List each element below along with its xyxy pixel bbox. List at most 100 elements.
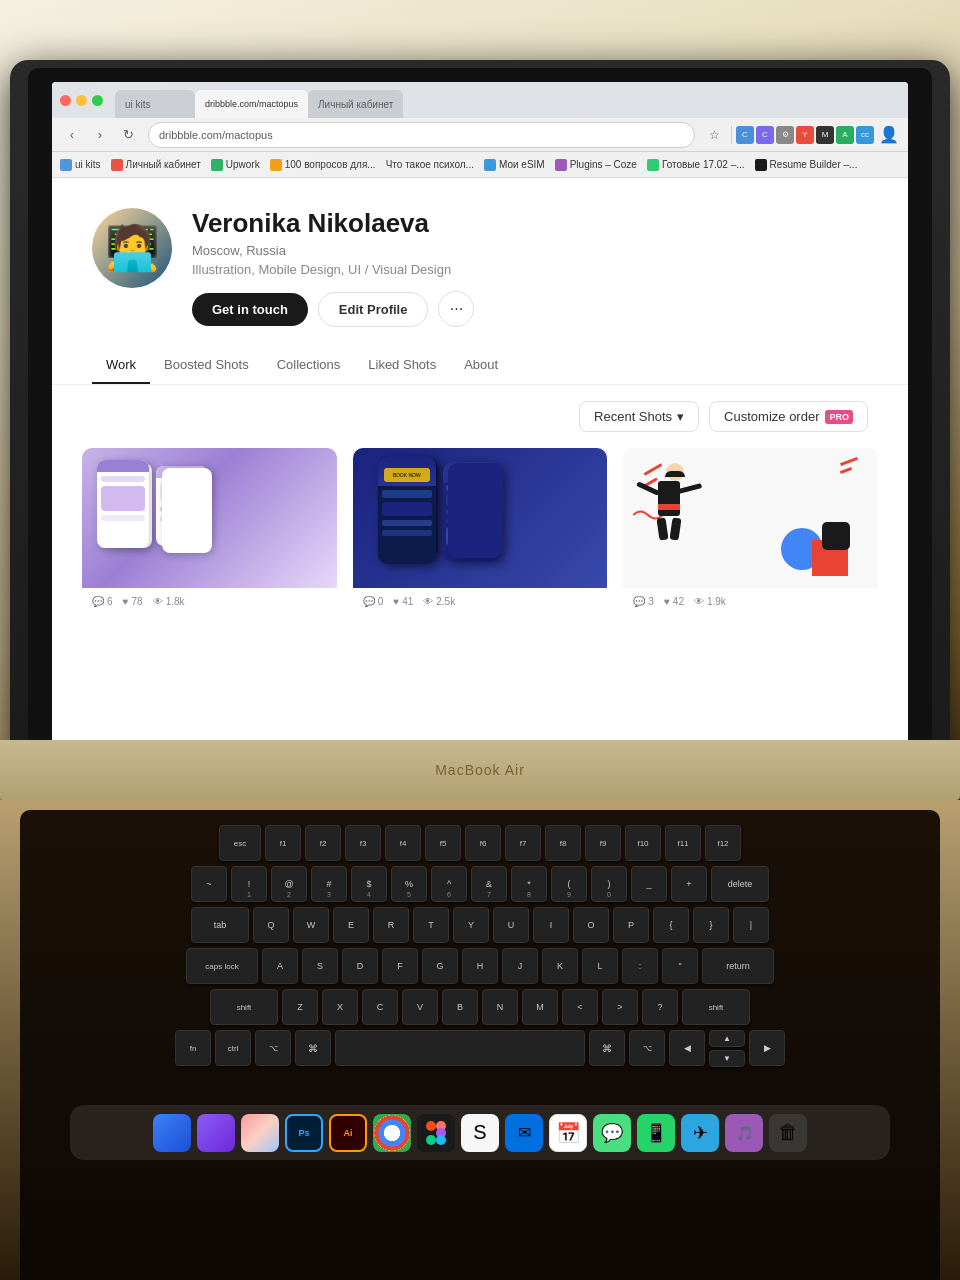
dock-photos[interactable] [241, 1114, 279, 1152]
key-semicolon[interactable]: : [622, 948, 658, 984]
get-in-touch-button[interactable]: Get in touch [192, 293, 308, 326]
dock-sketch[interactable]: S [461, 1114, 499, 1152]
key-w[interactable]: W [293, 907, 329, 943]
recent-shots-button[interactable]: Recent Shots ▾ [579, 401, 699, 432]
ext-3[interactable]: ⚙ [776, 126, 794, 144]
key-a[interactable]: A [262, 948, 298, 984]
forward-button[interactable]: › [88, 123, 112, 147]
maximize-button[interactable] [92, 95, 103, 106]
shot-card-2[interactable]: BOOK NOW [353, 448, 608, 615]
key-j[interactable]: J [502, 948, 538, 984]
key-n[interactable]: N [482, 989, 518, 1025]
key-lbracket[interactable]: { [653, 907, 689, 943]
dock-messages[interactable]: 💬 [593, 1114, 631, 1152]
key-k[interactable]: K [542, 948, 578, 984]
dock-telegram[interactable]: ✈ [681, 1114, 719, 1152]
key-8[interactable]: *8 [511, 866, 547, 902]
shot-card-3[interactable]: 💬 3 ♥ 42 👁 1.9k [623, 448, 878, 615]
key-i[interactable]: I [533, 907, 569, 943]
key-f5[interactable]: f5 [425, 825, 461, 861]
bookmark-6[interactable]: Мои eSIM [484, 159, 545, 171]
key-4[interactable]: $4 [351, 866, 387, 902]
key-1[interactable]: !1 [231, 866, 267, 902]
key-f3[interactable]: f3 [345, 825, 381, 861]
key-quote[interactable]: " [662, 948, 698, 984]
key-left-arrow[interactable]: ◀ [669, 1030, 705, 1066]
key-g[interactable]: G [422, 948, 458, 984]
customize-order-button[interactable]: Customize order PRO [709, 401, 868, 432]
more-options-button[interactable]: ··· [438, 291, 474, 327]
dock-whatsapp[interactable]: 📱 [637, 1114, 675, 1152]
bookmark-9[interactable]: Resume Builder –... [755, 159, 858, 171]
star-icon[interactable]: ☆ [703, 124, 725, 146]
key-tab[interactable]: tab [191, 907, 249, 943]
bookmark-1[interactable]: ui kits [60, 159, 101, 171]
key-x[interactable]: X [322, 989, 358, 1025]
dock-launchpad[interactable] [197, 1114, 235, 1152]
key-m[interactable]: M [522, 989, 558, 1025]
tab-1[interactable]: ui kits [115, 90, 195, 118]
dock-finder[interactable] [153, 1114, 191, 1152]
dock-mail[interactable]: ✉ [505, 1114, 543, 1152]
key-t[interactable]: T [413, 907, 449, 943]
ext-5[interactable]: M [816, 126, 834, 144]
key-rbracket[interactable]: } [693, 907, 729, 943]
key-fn[interactable]: fn [175, 1030, 211, 1066]
key-z[interactable]: Z [282, 989, 318, 1025]
bookmark-3[interactable]: Upwork [211, 159, 260, 171]
shot-card-1[interactable]: 💬 6 ♥ 78 👁 1.8k [82, 448, 337, 615]
key-5[interactable]: %5 [391, 866, 427, 902]
key-f7[interactable]: f7 [505, 825, 541, 861]
key-h[interactable]: H [462, 948, 498, 984]
profile-icon[interactable]: 👤 [878, 124, 900, 146]
key-d[interactable]: D [342, 948, 378, 984]
bookmark-5[interactable]: Что такое психол... [386, 159, 474, 170]
dock-calendar[interactable]: 📅 [549, 1114, 587, 1152]
key-3[interactable]: #3 [311, 866, 347, 902]
key-slash[interactable]: ? [642, 989, 678, 1025]
address-bar[interactable]: dribbble.com/mactopus [148, 122, 695, 148]
key-space[interactable] [335, 1030, 585, 1066]
dock-chrome[interactable] [373, 1114, 411, 1152]
key-v[interactable]: V [402, 989, 438, 1025]
edit-profile-button[interactable]: Edit Profile [318, 292, 429, 327]
key-option-right[interactable]: ⌥ [629, 1030, 665, 1066]
tab-boosted-shots[interactable]: Boosted Shots [150, 347, 263, 384]
key-f8[interactable]: f8 [545, 825, 581, 861]
dock-figma[interactable] [417, 1114, 455, 1152]
bookmark-2[interactable]: Личный кабинет [111, 159, 201, 171]
dock-ps[interactable]: Ps [285, 1114, 323, 1152]
key-caps[interactable]: caps lock [186, 948, 258, 984]
key-cmd-right[interactable]: ⌘ [589, 1030, 625, 1066]
key-backtick[interactable]: ~ [191, 866, 227, 902]
key-down-arrow[interactable]: ▼ [709, 1050, 745, 1067]
bookmark-8[interactable]: Готовые 17.02 –... [647, 159, 745, 171]
key-y[interactable]: Y [453, 907, 489, 943]
reload-button[interactable]: ↻ [116, 123, 140, 147]
bookmark-7[interactable]: Plugins – Coze [555, 159, 637, 171]
tab-active[interactable]: dribbble.com/mactopus [195, 90, 308, 118]
key-right-arrow[interactable]: ▶ [749, 1030, 785, 1066]
key-delete[interactable]: delete [711, 866, 769, 902]
tab-work[interactable]: Work [92, 347, 150, 384]
key-backslash[interactable]: | [733, 907, 769, 943]
dock-ai[interactable]: Ai [329, 1114, 367, 1152]
tab-about[interactable]: About [450, 347, 512, 384]
key-cmd-left[interactable]: ⌘ [295, 1030, 331, 1066]
back-button[interactable]: ‹ [60, 123, 84, 147]
key-rshift[interactable]: shift [682, 989, 750, 1025]
key-0[interactable]: )0 [591, 866, 627, 902]
key-p[interactable]: P [613, 907, 649, 943]
key-up-arrow[interactable]: ▲ [709, 1030, 745, 1047]
minimize-button[interactable] [76, 95, 87, 106]
tab-2[interactable]: Личный кабинет [308, 90, 403, 118]
key-comma[interactable]: < [562, 989, 598, 1025]
key-2[interactable]: @2 [271, 866, 307, 902]
key-f11[interactable]: f11 [665, 825, 701, 861]
key-b[interactable]: B [442, 989, 478, 1025]
key-s[interactable]: S [302, 948, 338, 984]
key-9[interactable]: (9 [551, 866, 587, 902]
key-equals[interactable]: + [671, 866, 707, 902]
key-u[interactable]: U [493, 907, 529, 943]
close-button[interactable] [60, 95, 71, 106]
